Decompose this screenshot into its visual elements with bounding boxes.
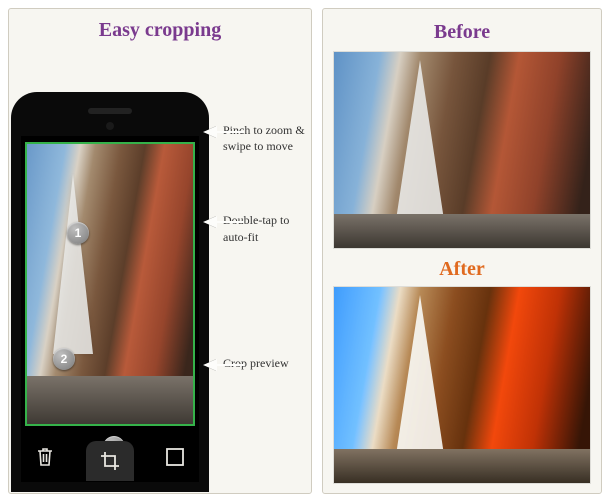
- before-label: Before: [434, 21, 490, 44]
- street-graphic: [334, 214, 590, 248]
- panel-title: Easy cropping: [17, 19, 303, 42]
- trash-icon[interactable]: [31, 443, 59, 471]
- street-graphic: [334, 449, 590, 483]
- building-graphic: [396, 60, 444, 220]
- phone-screen[interactable]: 1 2 3: [21, 136, 199, 482]
- square-format-icon[interactable]: [161, 443, 189, 471]
- callout-autofit: Double-tap to auto-fit: [217, 212, 315, 244]
- crop-icon[interactable]: [86, 441, 134, 481]
- after-image: [334, 287, 590, 483]
- callout-text: Pinch to zoom & swipe to move: [223, 123, 305, 153]
- crop-viewport[interactable]: [25, 142, 195, 426]
- callout-preview: Crop preview: [217, 355, 315, 371]
- phone-illustration: 1 2 3: [17, 50, 303, 480]
- easy-cropping-panel: Easy cropping 1 2 3: [8, 8, 312, 494]
- crop-toolbar: [21, 432, 199, 482]
- callout-text: Crop preview: [223, 356, 289, 370]
- building-graphic: [53, 174, 93, 354]
- street-graphic: [27, 376, 193, 424]
- before-after-panel: Before After: [322, 8, 602, 494]
- callout-zoom: Pinch to zoom & swipe to move: [217, 122, 315, 154]
- callout-list: Pinch to zoom & swipe to move Double-tap…: [217, 122, 315, 371]
- step-badge-1: 1: [67, 222, 89, 244]
- arrow-left-icon: [203, 126, 217, 138]
- after-label: After: [439, 258, 485, 281]
- arrow-left-icon: [203, 359, 217, 371]
- building-graphic: [396, 295, 444, 455]
- arrow-left-icon: [203, 216, 217, 228]
- callout-text: Double-tap to auto-fit: [223, 213, 289, 243]
- phone-frame: 1 2 3: [11, 92, 209, 492]
- before-image: [334, 52, 590, 248]
- step-badge-2: 2: [53, 348, 75, 370]
